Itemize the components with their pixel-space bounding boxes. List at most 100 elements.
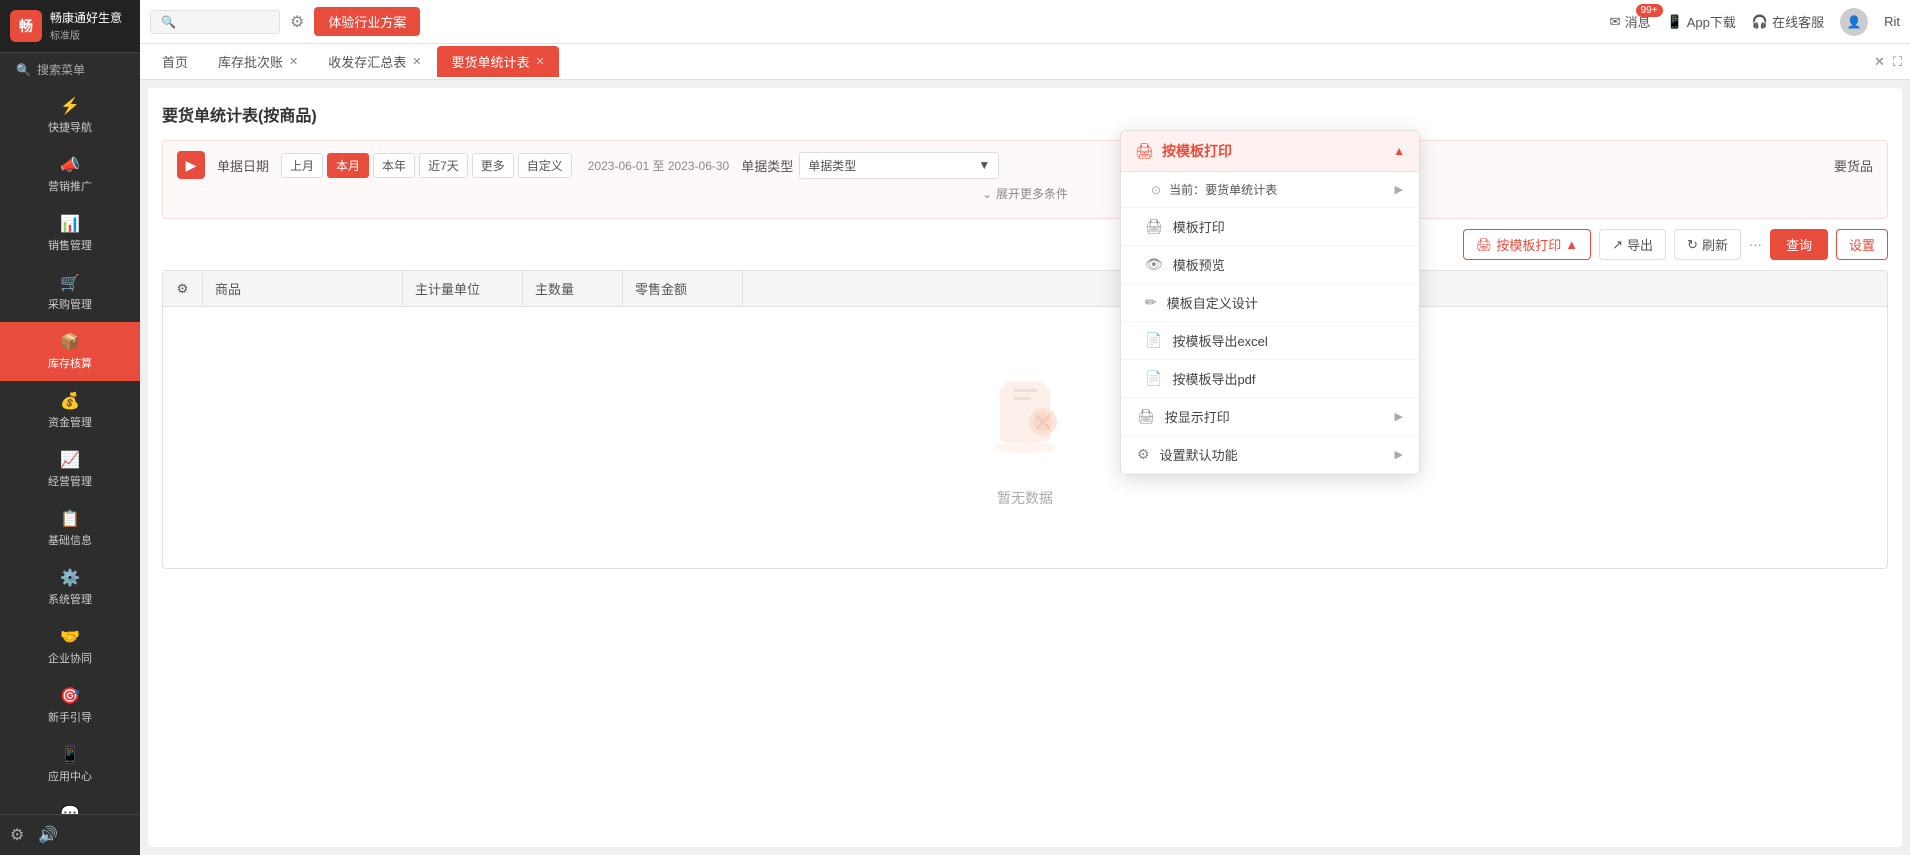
th-goods: 商品 bbox=[203, 271, 403, 306]
basic-info-icon: 📋 bbox=[60, 509, 80, 529]
footer-sound-icon[interactable]: 🔊 bbox=[38, 825, 58, 845]
tab-batch-account[interactable]: 库存批次账 ✕ bbox=[204, 46, 312, 77]
type-label: 单据类型 bbox=[741, 156, 793, 175]
sidebar-item-finance[interactable]: 💰 资金管理 bbox=[0, 381, 140, 440]
sidebar-item-system[interactable]: ⚙️ 系统管理 bbox=[0, 558, 140, 617]
sidebar-item-sales[interactable]: 📊 销售管理 bbox=[0, 204, 140, 263]
app-download-button[interactable]: 📱 App下载 bbox=[1667, 12, 1736, 31]
sidebar-item-wechat[interactable]: 💬 企业微信 bbox=[0, 794, 140, 814]
expand-more-btn[interactable]: ⌄ 展开更多条件 bbox=[177, 179, 1873, 208]
filter-bar: ▶ 单据日期 上月 本月 本年 近7天 更多 自定义 2023-06-01 至 … bbox=[162, 140, 1888, 219]
dropdown-current: ⊙ 当前：要货单统计表 ▶ bbox=[1121, 172, 1419, 208]
close-all-icon[interactable]: ✕ bbox=[1874, 54, 1885, 70]
online-service-button[interactable]: 🎧 在线客服 bbox=[1752, 12, 1824, 31]
operations-icon: 📈 bbox=[60, 450, 80, 470]
template-preview-icon: 👁 bbox=[1145, 256, 1163, 273]
date-btn-7days[interactable]: 近7天 bbox=[419, 153, 468, 178]
date-btn-more[interactable]: 更多 bbox=[472, 153, 514, 178]
sidebar-nav: ⚡ 快捷导航 📣 营销推广 📊 销售管理 🛒 采购管理 📦 库存核算 💰 资金管… bbox=[0, 86, 140, 814]
empty-state: 暂无数据 bbox=[163, 307, 1887, 568]
topbar-search[interactable]: 🔍 bbox=[150, 10, 280, 34]
sidebar-logo: 畅 畅康通好生意 标准版 bbox=[0, 0, 140, 53]
export-button[interactable]: ↗ 导出 bbox=[1599, 229, 1666, 260]
tab-close-receipt-summary[interactable]: ✕ bbox=[412, 55, 421, 68]
sidebar-item-quick-nav[interactable]: ⚡ 快捷导航 bbox=[0, 86, 140, 145]
export-icon: ↗ bbox=[1612, 237, 1623, 253]
more-options-icon[interactable]: ··· bbox=[1749, 237, 1762, 252]
goods-category-label: 要货品 bbox=[1834, 156, 1873, 175]
dropdown-item-export-pdf[interactable]: 📄 按模板导出pdf bbox=[1121, 360, 1419, 398]
purchase-icon: 🛒 bbox=[60, 273, 80, 293]
tab-receipt-summary[interactable]: 收发存汇总表 ✕ bbox=[314, 46, 435, 77]
topbar-search-icon: 🔍 bbox=[161, 15, 176, 29]
toolbar-right: 🖨 按模板打印 ▲ ↗ 导出 ↻ 刷新 ··· 查询 设置 bbox=[1463, 229, 1888, 260]
sidebar-item-beginner[interactable]: 🎯 新手引导 bbox=[0, 676, 140, 735]
marketing-icon: 📣 bbox=[60, 155, 80, 175]
date-label: 单据日期 bbox=[217, 156, 269, 175]
tab-close-order-stats[interactable]: ✕ bbox=[536, 55, 545, 68]
export-pdf-icon: 📄 bbox=[1145, 370, 1162, 387]
page-inner: 要货单统计表(按商品) ▶ 单据日期 上月 本月 本年 近7天 更多 自定义 2… bbox=[148, 88, 1902, 847]
th-unit: 主计量单位 bbox=[403, 271, 523, 306]
dropdown-item-template-design[interactable]: ✏ 模板自定义设计 bbox=[1121, 284, 1419, 322]
refresh-button[interactable]: ↻ 刷新 bbox=[1674, 229, 1741, 260]
data-table: ⚙ 商品 主计量单位 主数量 零售金额 bbox=[162, 270, 1888, 569]
tab-home[interactable]: 首页 bbox=[148, 46, 202, 77]
template-print-icon: 🖨 bbox=[1145, 218, 1163, 235]
sidebar-item-purchase[interactable]: 🛒 采购管理 bbox=[0, 263, 140, 322]
sidebar-item-marketing[interactable]: 📣 营销推广 bbox=[0, 145, 140, 204]
tab-close-batch-account[interactable]: ✕ bbox=[289, 55, 298, 68]
inventory-icon: 📦 bbox=[60, 332, 80, 352]
messages-button[interactable]: ✉ 消息 99+ bbox=[1610, 12, 1651, 31]
filter-toggle-btn[interactable]: ▶ bbox=[177, 151, 205, 179]
default-func-icon: ⚙ bbox=[1137, 446, 1150, 463]
sidebar-item-collab[interactable]: 🤝 企业协同 bbox=[0, 617, 140, 676]
tab-order-stats[interactable]: 要货单统计表 ✕ bbox=[437, 46, 558, 77]
date-btn-custom[interactable]: 自定义 bbox=[518, 153, 572, 178]
dropdown-item-export-excel[interactable]: 📄 按模板导出excel bbox=[1121, 322, 1419, 360]
type-select[interactable]: 单据类型 ▼ bbox=[799, 152, 999, 179]
beginner-icon: 🎯 bbox=[60, 686, 80, 706]
tabs-bar: 首页 库存批次账 ✕ 收发存汇总表 ✕ 要货单统计表 ✕ ✕ ⛶ bbox=[140, 44, 1910, 80]
dropdown-section-display-print[interactable]: 🖨 按显示打印 ▶ bbox=[1121, 398, 1419, 436]
print-template-button[interactable]: 🖨 按模板打印 ▲ bbox=[1463, 229, 1591, 260]
logo-text: 畅康通好生意 标准版 bbox=[50, 10, 122, 42]
sidebar-item-operations[interactable]: 📈 经营管理 bbox=[0, 440, 140, 499]
maximize-icon[interactable]: ⛶ bbox=[1893, 54, 1902, 70]
th-amount: 零售金额 bbox=[623, 271, 743, 306]
footer-settings-icon[interactable]: ⚙ bbox=[10, 825, 24, 845]
sidebar: 畅 畅康通好生意 标准版 🔍 搜索菜单 ⚡ 快捷导航 📣 营销推广 📊 销售管理… bbox=[0, 0, 140, 855]
dropdown-current-icon: ⊙ bbox=[1151, 183, 1161, 197]
dropdown-section-default-func[interactable]: ⚙ 设置默认功能 ▶ bbox=[1121, 436, 1419, 474]
query-button[interactable]: 查询 bbox=[1770, 229, 1828, 260]
download-icon: 📱 bbox=[1667, 14, 1683, 30]
sidebar-item-basic-info[interactable]: 📋 基础信息 bbox=[0, 499, 140, 558]
app-center-icon: 📱 bbox=[60, 745, 80, 765]
refresh-icon: ↻ bbox=[1687, 237, 1698, 253]
sales-icon: 📊 bbox=[60, 214, 80, 234]
sidebar-search-label: 搜索菜单 bbox=[37, 61, 85, 78]
table-header: ⚙ 商品 主计量单位 主数量 零售金额 bbox=[163, 271, 1887, 307]
settings-button[interactable]: 设置 bbox=[1836, 229, 1888, 260]
topbar-gear-icon[interactable]: ⚙ bbox=[290, 12, 304, 32]
avatar[interactable]: 👤 bbox=[1840, 8, 1868, 36]
sidebar-search[interactable]: 🔍 搜索菜单 bbox=[0, 53, 140, 86]
print-icon: 🖨 bbox=[1476, 237, 1493, 253]
date-btn-this-year[interactable]: 本年 bbox=[373, 153, 415, 178]
default-func-arrow: ▶ bbox=[1395, 448, 1403, 461]
main-area: 🔍 ⚙ 体验行业方案 ✉ 消息 99+ 📱 App下载 🎧 在线客服 👤 Rit bbox=[140, 0, 1910, 855]
template-design-icon: ✏ bbox=[1145, 294, 1157, 311]
search-icon: 🔍 bbox=[16, 63, 31, 77]
dropdown-item-template-print[interactable]: 🖨 模板打印 bbox=[1121, 208, 1419, 246]
empty-text: 暂无数据 bbox=[997, 488, 1053, 508]
sidebar-item-inventory[interactable]: 📦 库存核算 bbox=[0, 322, 140, 381]
sidebar-item-app-center[interactable]: 📱 应用中心 bbox=[0, 735, 140, 794]
trial-button[interactable]: 体验行业方案 bbox=[314, 7, 420, 36]
username: Rit bbox=[1884, 14, 1900, 29]
dropdown-print-icon: 🖨 bbox=[1135, 142, 1154, 160]
dropdown-header[interactable]: 🖨 按模板打印 ▲ bbox=[1121, 131, 1419, 172]
topbar: 🔍 ⚙ 体验行业方案 ✉ 消息 99+ 📱 App下载 🎧 在线客服 👤 Rit bbox=[140, 0, 1910, 44]
date-btn-last-month[interactable]: 上月 bbox=[281, 153, 323, 178]
date-btn-this-month[interactable]: 本月 bbox=[327, 153, 369, 178]
dropdown-item-template-preview[interactable]: 👁 模板预览 bbox=[1121, 246, 1419, 284]
